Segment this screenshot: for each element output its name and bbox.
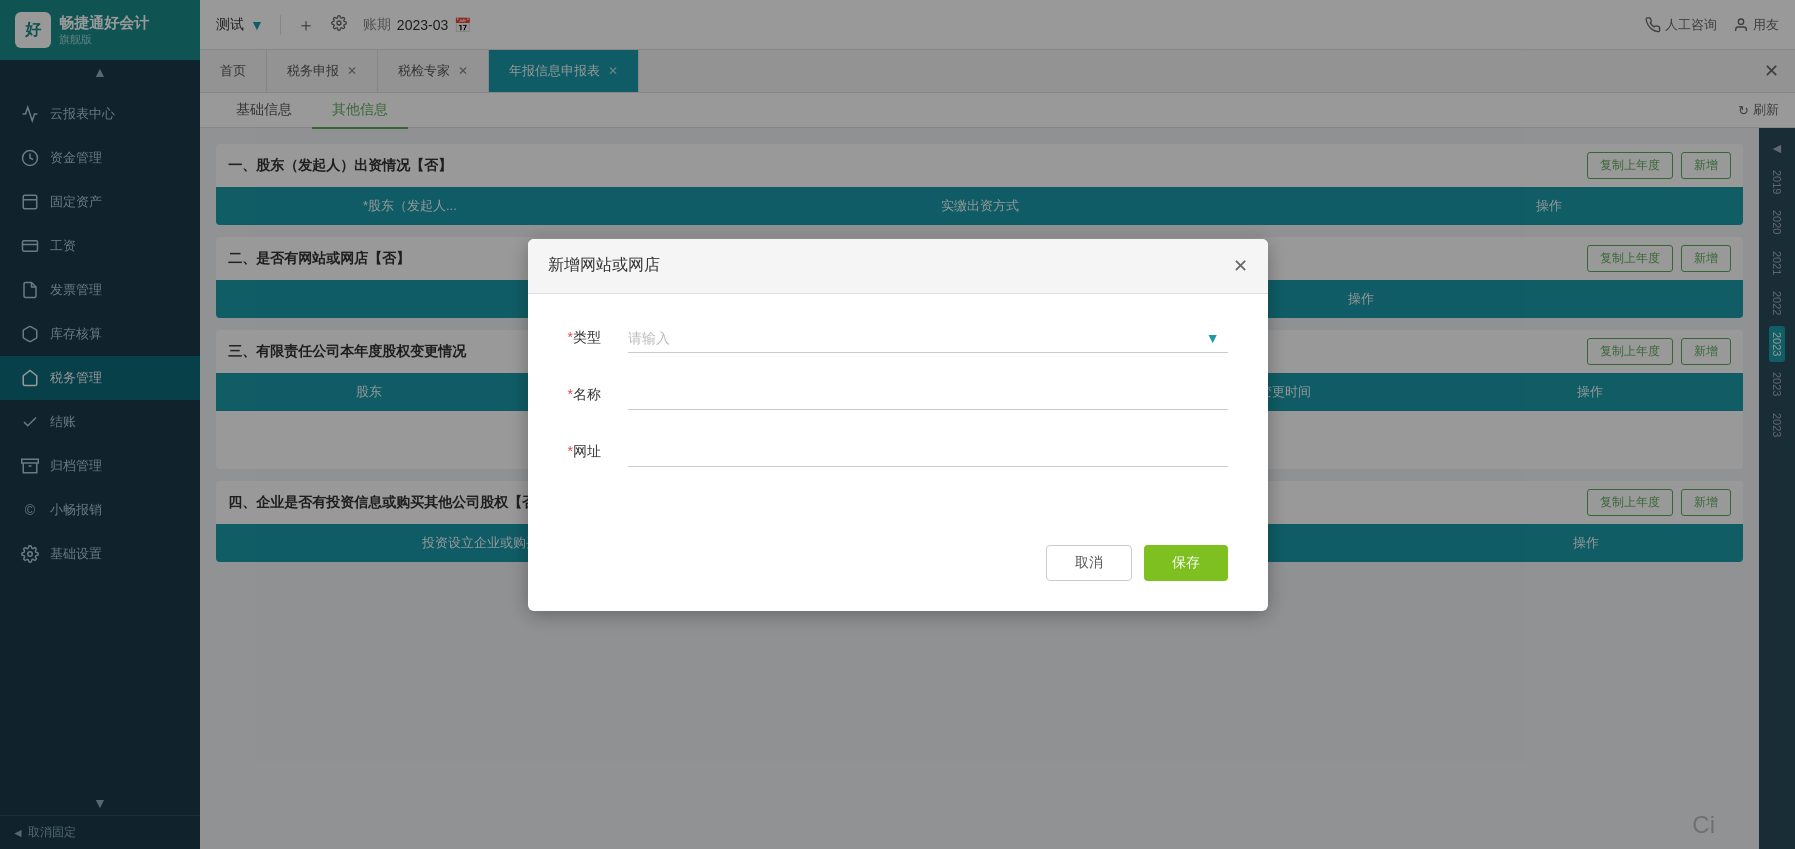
form-field-url: *网址 xyxy=(568,438,1228,467)
form-label-name: *名称 xyxy=(568,386,628,404)
name-input-wrap xyxy=(628,381,1228,410)
type-input[interactable] xyxy=(628,324,1228,353)
required-star-type: * xyxy=(568,329,573,345)
modal-add-website: 新增网站或网店 ✕ *类型 ▼ *名称 xyxy=(528,239,1268,611)
required-star-url: * xyxy=(568,443,573,459)
cancel-button[interactable]: 取消 xyxy=(1046,545,1132,581)
url-input-wrap xyxy=(628,438,1228,467)
name-input[interactable] xyxy=(628,381,1228,410)
form-field-name: *名称 xyxy=(568,381,1228,410)
modal-header: 新增网站或网店 ✕ xyxy=(528,239,1268,294)
modal-footer: 取消 保存 xyxy=(528,525,1268,611)
modal-title: 新增网站或网店 xyxy=(548,255,660,276)
required-star-name: * xyxy=(568,386,573,402)
form-field-type: *类型 ▼ xyxy=(568,324,1228,353)
save-button[interactable]: 保存 xyxy=(1144,545,1228,581)
form-label-url: *网址 xyxy=(568,443,628,461)
form-label-type: *类型 xyxy=(568,329,628,347)
url-input[interactable] xyxy=(628,438,1228,467)
type-input-wrap: ▼ xyxy=(628,324,1228,353)
modal-body: *类型 ▼ *名称 *网址 xyxy=(528,294,1268,525)
modal-close-button[interactable]: ✕ xyxy=(1233,255,1248,277)
modal-overlay: 新增网站或网店 ✕ *类型 ▼ *名称 xyxy=(0,0,1795,849)
